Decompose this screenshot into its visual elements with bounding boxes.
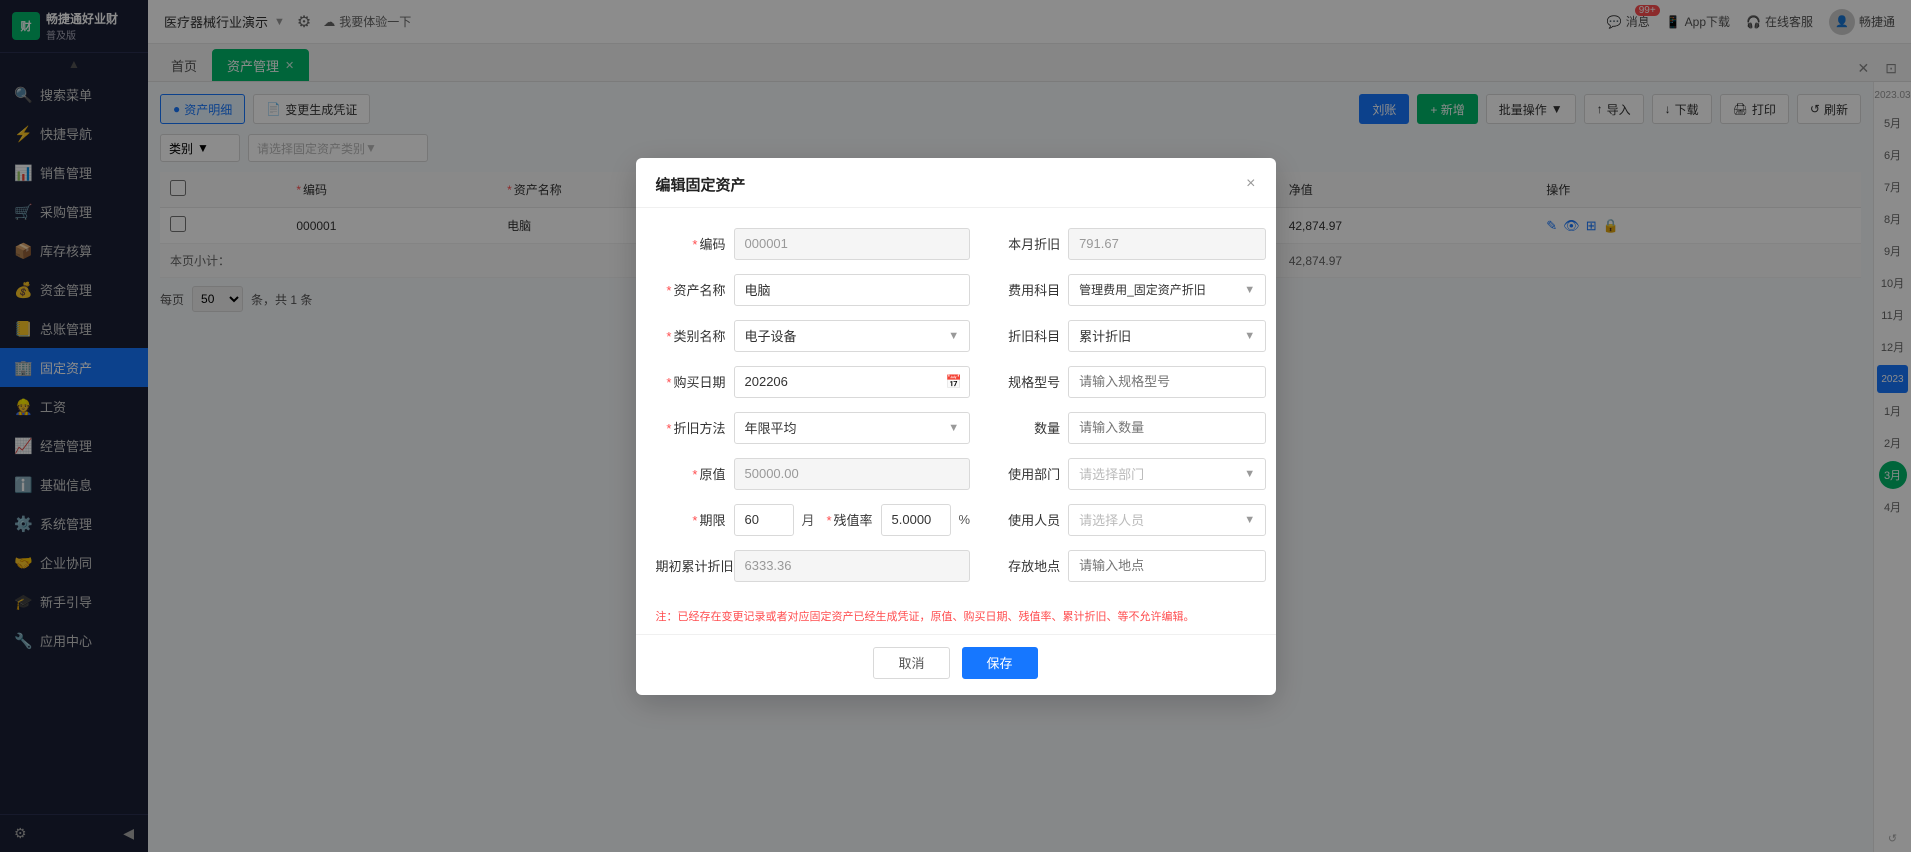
modal-right-col: 本月折旧 费用科目 管理费用_固定资产折旧 ▼ 折旧科目 累计折旧	[990, 228, 1266, 582]
department-label: 使用部门	[990, 464, 1060, 483]
code-input[interactable]	[734, 228, 971, 260]
form-row-original-value: 原值	[656, 458, 971, 490]
form-row-code: 编码 document.querySelector('[data-name="c…	[656, 228, 971, 260]
calendar-icon[interactable]: 📅	[946, 374, 962, 390]
personnel-placeholder: 请选择人员	[1079, 510, 1144, 529]
department-placeholder: 请选择部门	[1079, 464, 1144, 483]
dep-method-select[interactable]: 年限平均 ▼	[734, 412, 971, 444]
residual-rate-input[interactable]	[881, 504, 951, 536]
dep-method-label: 折旧方法	[656, 418, 726, 437]
modal-overlay: 编辑固定资产 × 编码 document.querySelector('[dat…	[0, 0, 1911, 852]
personnel-label: 使用人员	[990, 510, 1060, 529]
form-row-initial-cumulative: 期初累计折旧	[656, 550, 971, 582]
modal-close-btn[interactable]: ×	[1246, 175, 1255, 193]
form-row-purchase-date: 购买日期 📅	[656, 366, 971, 398]
form-row-period: 期限 月 残值率 %	[656, 504, 971, 536]
form-row-spec-model: 规格型号	[990, 366, 1266, 398]
original-value-label: 原值	[656, 464, 726, 483]
category-name-select[interactable]: 电子设备 ▼	[734, 320, 971, 352]
personnel-arrow: ▼	[1244, 514, 1255, 526]
residual-rate-unit: %	[959, 512, 971, 527]
purchase-date-input[interactable]	[734, 366, 971, 398]
expense-subject-label: 费用科目	[990, 280, 1060, 299]
dep-subject-select[interactable]: 累计折旧 ▼	[1068, 320, 1266, 352]
storage-input[interactable]	[1068, 550, 1266, 582]
form-row-storage: 存放地点	[990, 550, 1266, 582]
dep-method-value: 年限平均	[745, 418, 797, 437]
purchase-date-label: 购买日期	[656, 372, 726, 391]
dep-subject-value: 累计折旧	[1079, 326, 1131, 345]
purchase-date-wrapper: 📅	[734, 366, 971, 398]
form-row-dep-subject: 折旧科目 累计折旧 ▼	[990, 320, 1266, 352]
quantity-input[interactable]	[1068, 412, 1266, 444]
save-button[interactable]: 保存	[962, 647, 1038, 679]
category-name-label: 类别名称	[656, 326, 726, 345]
asset-name-label: 资产名称	[656, 280, 726, 299]
period-unit: 月	[802, 510, 815, 529]
modal-left-col: 编码 document.querySelector('[data-name="c…	[656, 228, 971, 582]
initial-cumulative-label: 期初累计折旧	[656, 556, 726, 575]
initial-cumulative-input[interactable]	[734, 550, 971, 582]
code-label: 编码	[656, 234, 726, 253]
storage-label: 存放地点	[990, 556, 1060, 575]
form-row-department: 使用部门 请选择部门 ▼	[990, 458, 1266, 490]
spec-model-input[interactable]	[1068, 366, 1266, 398]
period-label: 期限	[656, 510, 726, 529]
this-month-dep-input[interactable]	[1068, 228, 1266, 260]
modal-body: 编码 document.querySelector('[data-name="c…	[636, 208, 1276, 602]
department-arrow: ▼	[1244, 468, 1255, 480]
expense-subject-arrow: ▼	[1244, 284, 1255, 296]
save-label: 保存	[987, 656, 1013, 671]
form-row-quantity: 数量	[990, 412, 1266, 444]
form-row-asset-name: 资产名称	[656, 274, 971, 306]
category-value: 电子设备	[745, 326, 797, 345]
dep-method-arrow: ▼	[948, 422, 959, 434]
modal-header: 编辑固定资产 ×	[636, 158, 1276, 208]
this-month-dep-label: 本月折旧	[990, 234, 1060, 253]
form-row-category: 类别名称 电子设备 ▼	[656, 320, 971, 352]
residual-rate-label: 残值率	[823, 510, 873, 529]
personnel-select[interactable]: 请选择人员 ▼	[1068, 504, 1266, 536]
modal-footer: 取消 保存	[636, 634, 1276, 695]
form-row-expense-subject: 费用科目 管理费用_固定资产折旧 ▼	[990, 274, 1266, 306]
cancel-label: 取消	[898, 656, 924, 671]
form-row-dep-method: 折旧方法 年限平均 ▼	[656, 412, 971, 444]
dep-subject-arrow: ▼	[1244, 330, 1255, 342]
category-select-arrow: ▼	[948, 330, 959, 342]
form-row-this-month-dep: 本月折旧	[990, 228, 1266, 260]
cancel-button[interactable]: 取消	[873, 647, 949, 679]
spec-model-label: 规格型号	[990, 372, 1060, 391]
quantity-label: 数量	[990, 418, 1060, 437]
asset-name-input[interactable]	[734, 274, 971, 306]
modal-title: 编辑固定资产	[656, 174, 746, 195]
expense-subject-value: 管理费用_固定资产折旧	[1079, 281, 1206, 298]
dep-subject-label: 折旧科目	[990, 326, 1060, 345]
note-text: 注：已经存在变更记录或者对应固定资产已经生成凭证，原值、购买日期、残值率、累计折…	[656, 611, 1195, 623]
department-select[interactable]: 请选择部门 ▼	[1068, 458, 1266, 490]
edit-fixed-asset-modal: 编辑固定资产 × 编码 document.querySelector('[dat…	[636, 158, 1276, 695]
original-value-input[interactable]	[734, 458, 971, 490]
form-row-personnel: 使用人员 请选择人员 ▼	[990, 504, 1266, 536]
expense-subject-select[interactable]: 管理费用_固定资产折旧 ▼	[1068, 274, 1266, 306]
modal-note: 注：已经存在变更记录或者对应固定资产已经生成凭证，原值、购买日期、残值率、累计折…	[636, 602, 1276, 634]
period-input[interactable]	[734, 504, 794, 536]
